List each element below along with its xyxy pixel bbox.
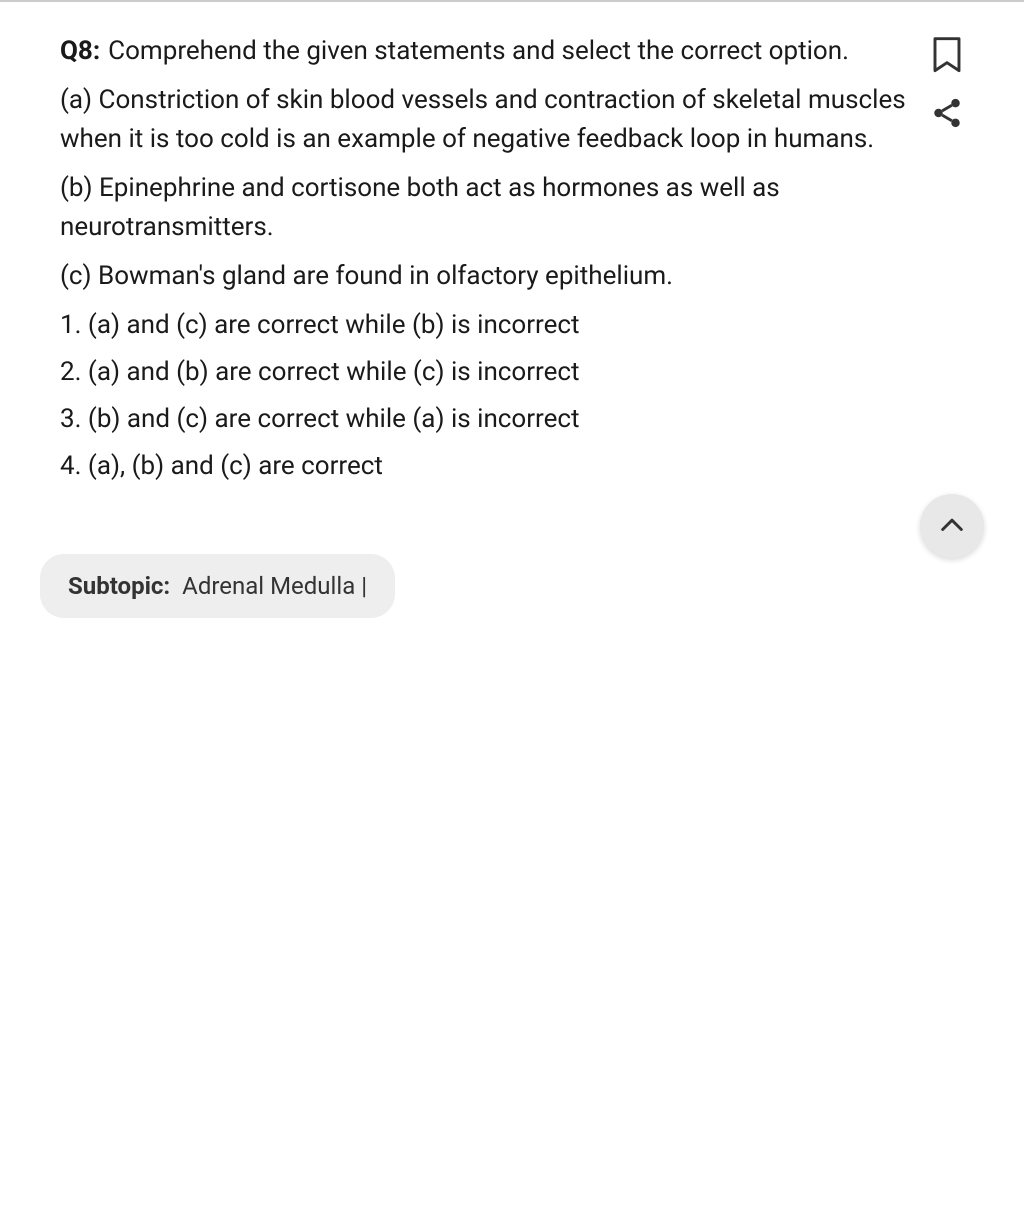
subtopic-section: Subtopic: Adrenal Medulla | <box>0 534 1024 638</box>
side-icons <box>930 32 964 494</box>
option-3[interactable]: 3. (b) and (c) are correct while (a) is … <box>60 400 914 439</box>
statement-b: (b) Epinephrine and cortisone both act a… <box>60 169 914 247</box>
options-block: 1. (a) and (c) are correct while (b) is … <box>60 306 914 486</box>
share-icon[interactable] <box>930 96 964 130</box>
question-block: Q8: Comprehend the given statements and s… <box>60 32 964 494</box>
subtopic-text: Subtopic: Adrenal Medulla | <box>68 572 367 600</box>
question-intro-text: Comprehend the given statements and sele… <box>108 36 849 66</box>
subtopic-label: Subtopic: <box>68 572 170 600</box>
page-container: Q8: Comprehend the given statements and s… <box>0 0 1024 1229</box>
chevron-up-icon <box>938 512 966 540</box>
statement-c: (c) Bowman's gland are found in olfactor… <box>60 257 914 296</box>
question-text-block: Q8: Comprehend the given statements and s… <box>60 32 914 494</box>
question-intro: Q8: Comprehend the given statements and s… <box>60 32 914 71</box>
option-4[interactable]: 4. (a), (b) and (c) are correct <box>60 447 914 486</box>
bookmark-icon[interactable] <box>931 36 963 72</box>
content-area: Q8: Comprehend the given statements and s… <box>0 2 1024 534</box>
subtopic-value: Adrenal Medulla | <box>182 572 367 600</box>
option-1[interactable]: 1. (a) and (c) are correct while (b) is … <box>60 306 914 345</box>
statement-a: (a) Constriction of skin blood vessels a… <box>60 81 914 159</box>
question-label: Q8: <box>60 36 100 66</box>
option-2[interactable]: 2. (a) and (b) are correct while (c) is … <box>60 353 914 392</box>
subtopic-bar: Subtopic: Adrenal Medulla | <box>40 554 395 618</box>
scroll-up-button[interactable] <box>920 494 984 558</box>
